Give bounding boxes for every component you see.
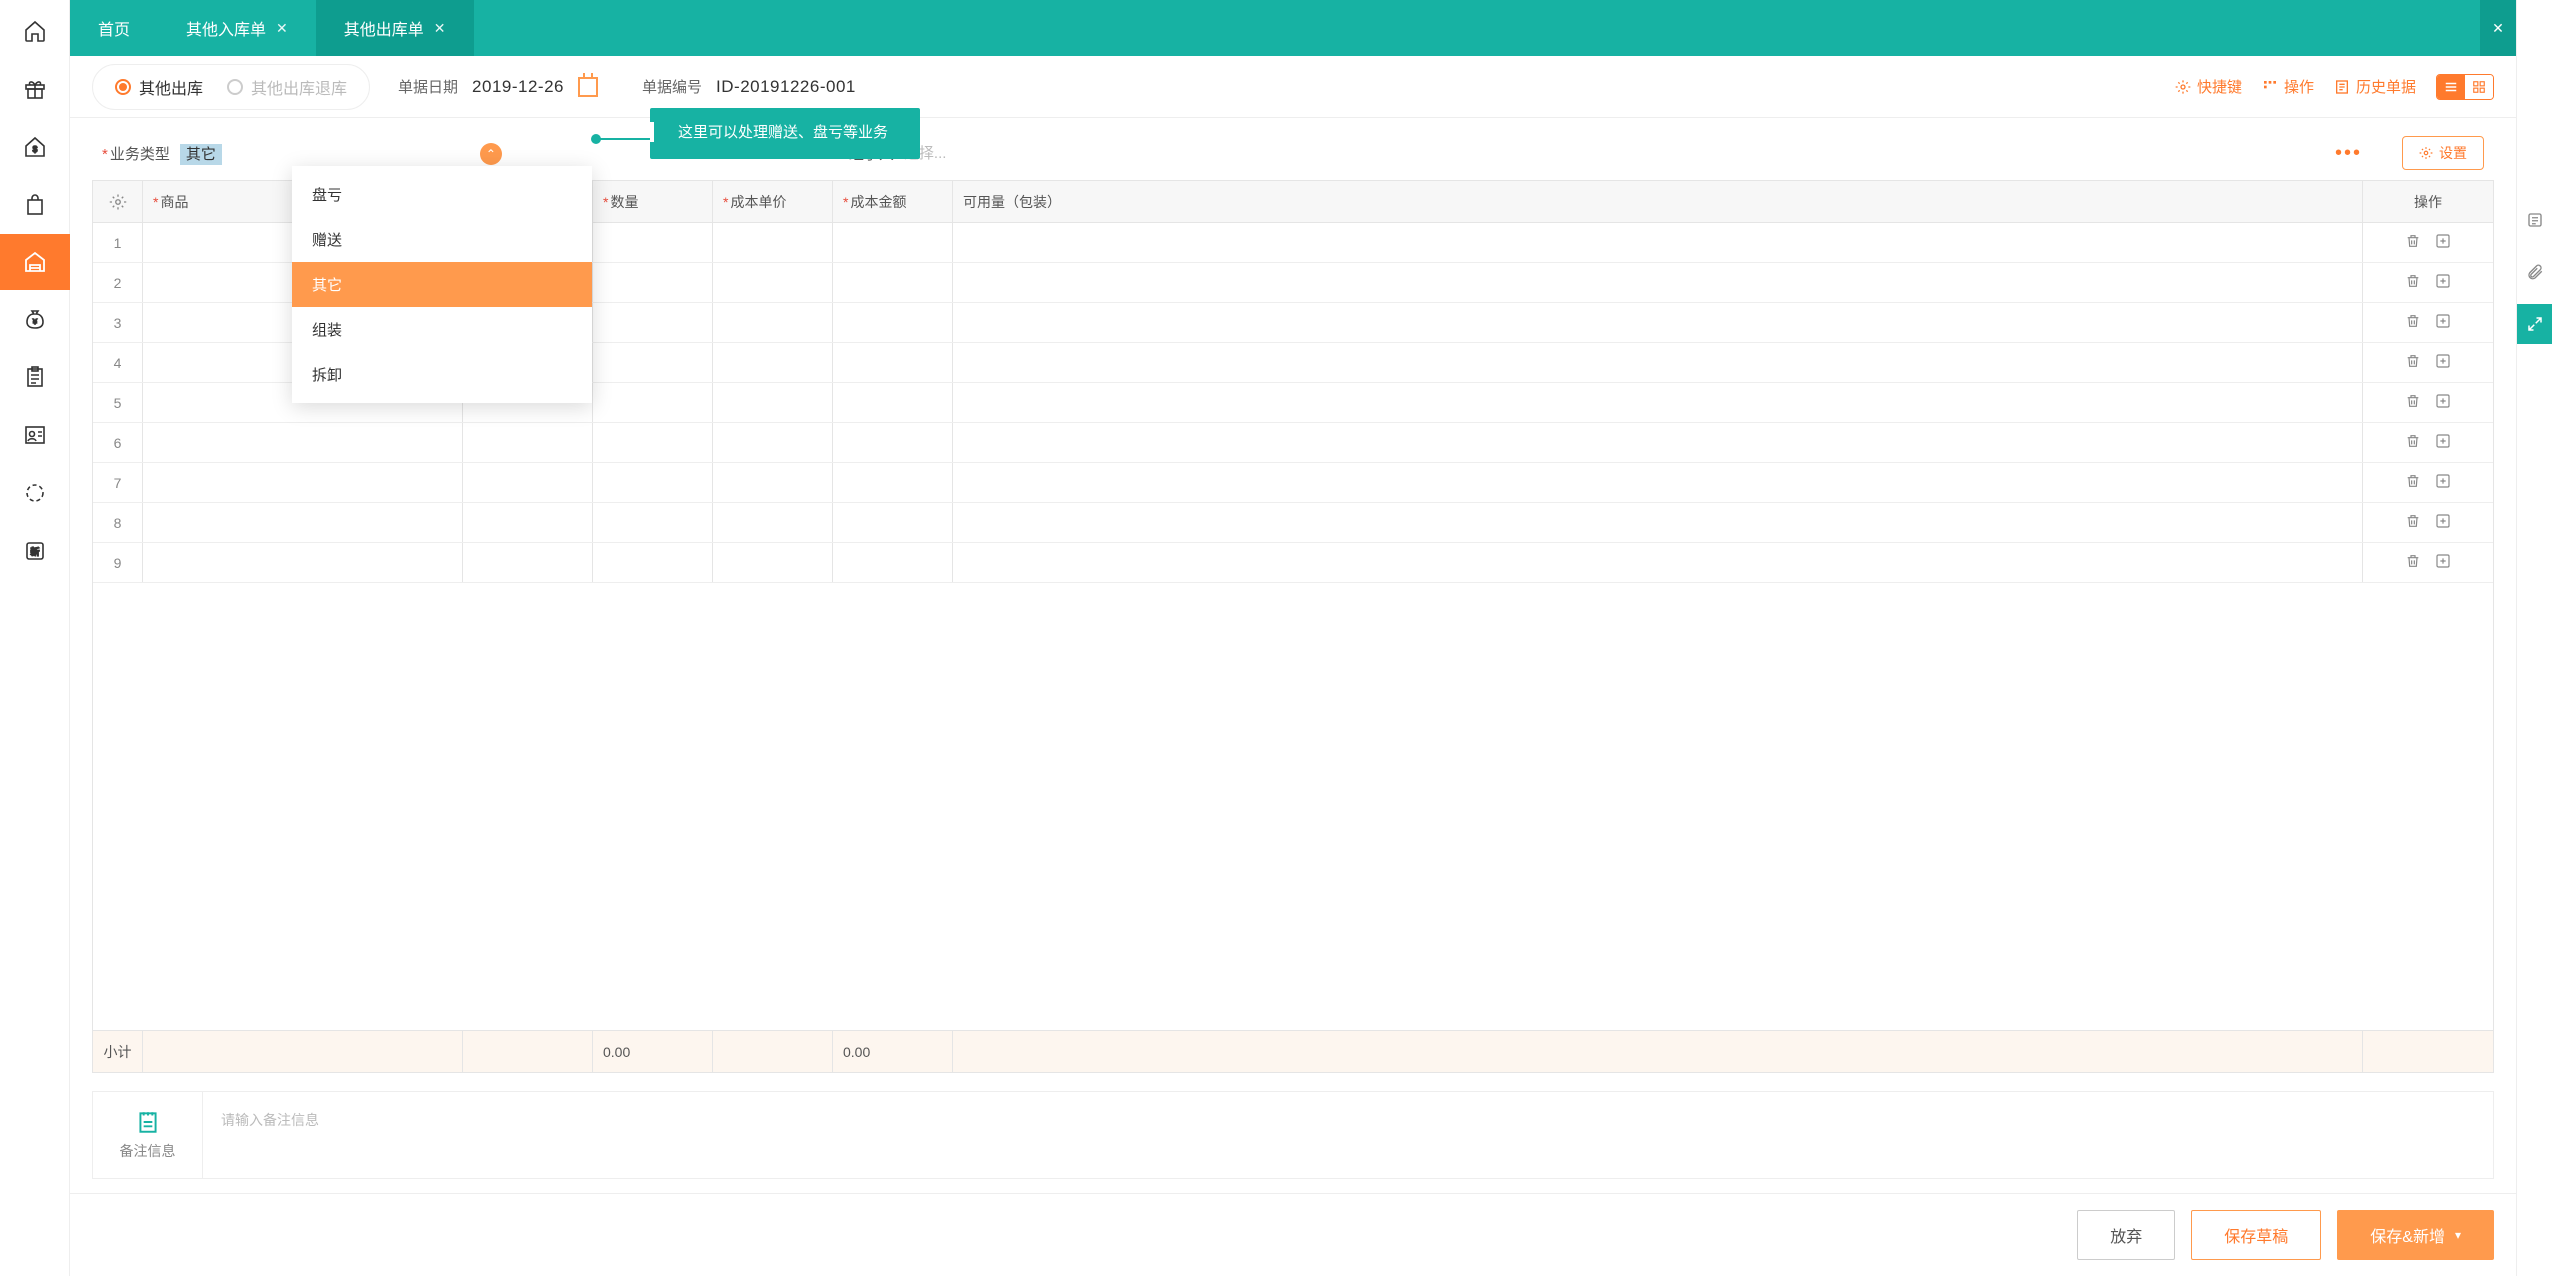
tab-home[interactable]: 首页 xyxy=(70,0,158,56)
dropdown-option[interactable]: 拆卸 xyxy=(292,352,592,397)
chevron-down-icon: ▾ xyxy=(2455,1228,2461,1242)
right-sidebar xyxy=(2516,0,2552,1276)
contact-icon[interactable] xyxy=(22,422,48,448)
tip-connector-line xyxy=(595,138,651,140)
chevron-up-icon[interactable]: ⌃ xyxy=(480,143,502,165)
delete-icon[interactable] xyxy=(2405,233,2421,252)
table-row[interactable]: 6 xyxy=(93,423,2493,463)
settings-button[interactable]: 设置 xyxy=(2402,136,2484,170)
calendar-icon[interactable] xyxy=(578,77,598,97)
detail-icon[interactable] xyxy=(2517,200,2552,240)
save-draft-button[interactable]: 保存草稿 xyxy=(2191,1210,2321,1260)
add-row-icon[interactable] xyxy=(2435,473,2451,492)
dropdown-option[interactable]: 赠送 xyxy=(292,217,592,262)
handler-field: 经手人 ••• xyxy=(849,142,2362,165)
table-row[interactable]: 7 xyxy=(93,463,2493,503)
delete-icon[interactable] xyxy=(2405,433,2421,452)
gift-icon[interactable] xyxy=(22,76,48,102)
history-link[interactable]: 历史单据 xyxy=(2334,76,2416,97)
delete-icon[interactable] xyxy=(2405,313,2421,332)
delete-icon[interactable] xyxy=(2405,473,2421,492)
col-cost-price: *成本单价 xyxy=(713,181,833,222)
tab-other-out[interactable]: 其他出库单✕ xyxy=(316,0,474,56)
svg-text:¥: ¥ xyxy=(33,319,37,326)
bag-icon[interactable] xyxy=(22,192,48,218)
handler-input[interactable] xyxy=(904,145,1104,162)
radio-other-out[interactable]: 其他出库 xyxy=(115,75,203,99)
tab-other-in[interactable]: 其他入库单✕ xyxy=(158,0,316,56)
close-all-icon[interactable]: ✕ xyxy=(2480,0,2516,56)
more-icon[interactable]: ••• xyxy=(2335,142,2362,165)
note-icon xyxy=(135,1109,161,1135)
add-row-icon[interactable] xyxy=(2435,433,2451,452)
view-toggle xyxy=(2436,74,2494,100)
doc-id-value: ID-20191226-001 xyxy=(716,77,856,97)
svg-text:$: $ xyxy=(32,145,37,154)
clipboard-icon[interactable] xyxy=(22,364,48,390)
dropdown-option[interactable]: 盘亏 xyxy=(292,172,592,217)
shortcut-link[interactable]: 快捷键 xyxy=(2175,76,2242,97)
delete-icon[interactable] xyxy=(2405,273,2421,292)
biz-type-value[interactable]: 其它 xyxy=(180,144,222,165)
col-available: 可用量（包装） xyxy=(953,181,2363,222)
remark-input[interactable] xyxy=(203,1092,2493,1178)
col-qty: *数量 xyxy=(593,181,713,222)
doc-date-value[interactable]: 2019-12-26 xyxy=(472,77,564,97)
top-bar: 其他出库 其他出库退库 单据日期 2019-12-26 单据编号 ID-2019… xyxy=(70,56,2516,118)
add-row-icon[interactable] xyxy=(2435,553,2451,572)
money-bag-icon[interactable]: ¥ xyxy=(22,306,48,332)
add-row-icon[interactable] xyxy=(2435,393,2451,412)
biz-type-field: *业务类型 其它 ⌃ xyxy=(102,143,222,164)
grid-view-icon[interactable] xyxy=(2465,75,2493,99)
delete-icon[interactable] xyxy=(2405,353,2421,372)
discard-button[interactable]: 放弃 xyxy=(2077,1210,2175,1260)
doc-id-label: 单据编号 xyxy=(642,76,702,97)
dropdown-option[interactable]: 其它 xyxy=(292,262,592,307)
svg-text:新: 新 xyxy=(30,546,39,557)
tooltip: 这里可以处理赠送、盘亏等业务 xyxy=(650,108,920,159)
delete-icon[interactable] xyxy=(2405,393,2421,412)
doc-date-label: 单据日期 xyxy=(398,76,458,97)
add-row-icon[interactable] xyxy=(2435,353,2451,372)
remark-tab[interactable]: 备注信息 xyxy=(93,1092,203,1178)
new-icon[interactable]: 新 xyxy=(22,538,48,564)
footer-actions: 放弃 保存草稿 保存&新增▾ xyxy=(70,1193,2516,1276)
loading-icon[interactable] xyxy=(22,480,48,506)
gear-column[interactable] xyxy=(93,181,143,222)
left-sidebar: $ ¥ 新 xyxy=(0,0,70,1276)
add-row-icon[interactable] xyxy=(2435,273,2451,292)
radio-other-out-return[interactable]: 其他出库退库 xyxy=(227,75,347,99)
list-view-icon[interactable] xyxy=(2437,75,2465,99)
remark-section: 备注信息 xyxy=(92,1091,2494,1179)
subtotal-label: 小计 xyxy=(93,1031,143,1072)
table-row[interactable]: 8 xyxy=(93,503,2493,543)
money-house-icon[interactable]: $ xyxy=(22,134,48,160)
save-new-button[interactable]: 保存&新增▾ xyxy=(2337,1210,2494,1260)
doc-type-radio-group: 其他出库 其他出库退库 xyxy=(92,64,370,110)
close-icon[interactable]: ✕ xyxy=(434,20,446,37)
operate-link[interactable]: 操作 xyxy=(2262,76,2314,97)
form-row: *业务类型 其它 ⌃ ••• 经手人 ••• 设置 这里可以处理赠送、盘亏等业务… xyxy=(70,118,2516,180)
warehouse-icon[interactable] xyxy=(0,234,70,290)
add-row-icon[interactable] xyxy=(2435,233,2451,252)
col-actions: 操作 xyxy=(2363,181,2493,222)
home-icon[interactable] xyxy=(22,18,48,44)
biz-type-dropdown: 盘亏赠送其它组装拆卸 xyxy=(292,166,592,403)
table-subtotal-row: 小计 0.00 0.00 xyxy=(93,1030,2493,1072)
table-row[interactable]: 9 xyxy=(93,543,2493,583)
add-row-icon[interactable] xyxy=(2435,313,2451,332)
tab-bar: 首页 其他入库单✕ 其他出库单✕ ✕ xyxy=(70,0,2516,56)
add-row-icon[interactable] xyxy=(2435,513,2451,532)
col-cost-amount: *成本金额 xyxy=(833,181,953,222)
delete-icon[interactable] xyxy=(2405,513,2421,532)
dropdown-option[interactable]: 组装 xyxy=(292,307,592,352)
subtotal-amount: 0.00 xyxy=(833,1031,953,1072)
close-icon[interactable]: ✕ xyxy=(276,20,288,37)
attachment-icon[interactable] xyxy=(2517,252,2552,292)
subtotal-qty: 0.00 xyxy=(593,1031,713,1072)
delete-icon[interactable] xyxy=(2405,553,2421,572)
expand-icon[interactable] xyxy=(2517,304,2552,344)
